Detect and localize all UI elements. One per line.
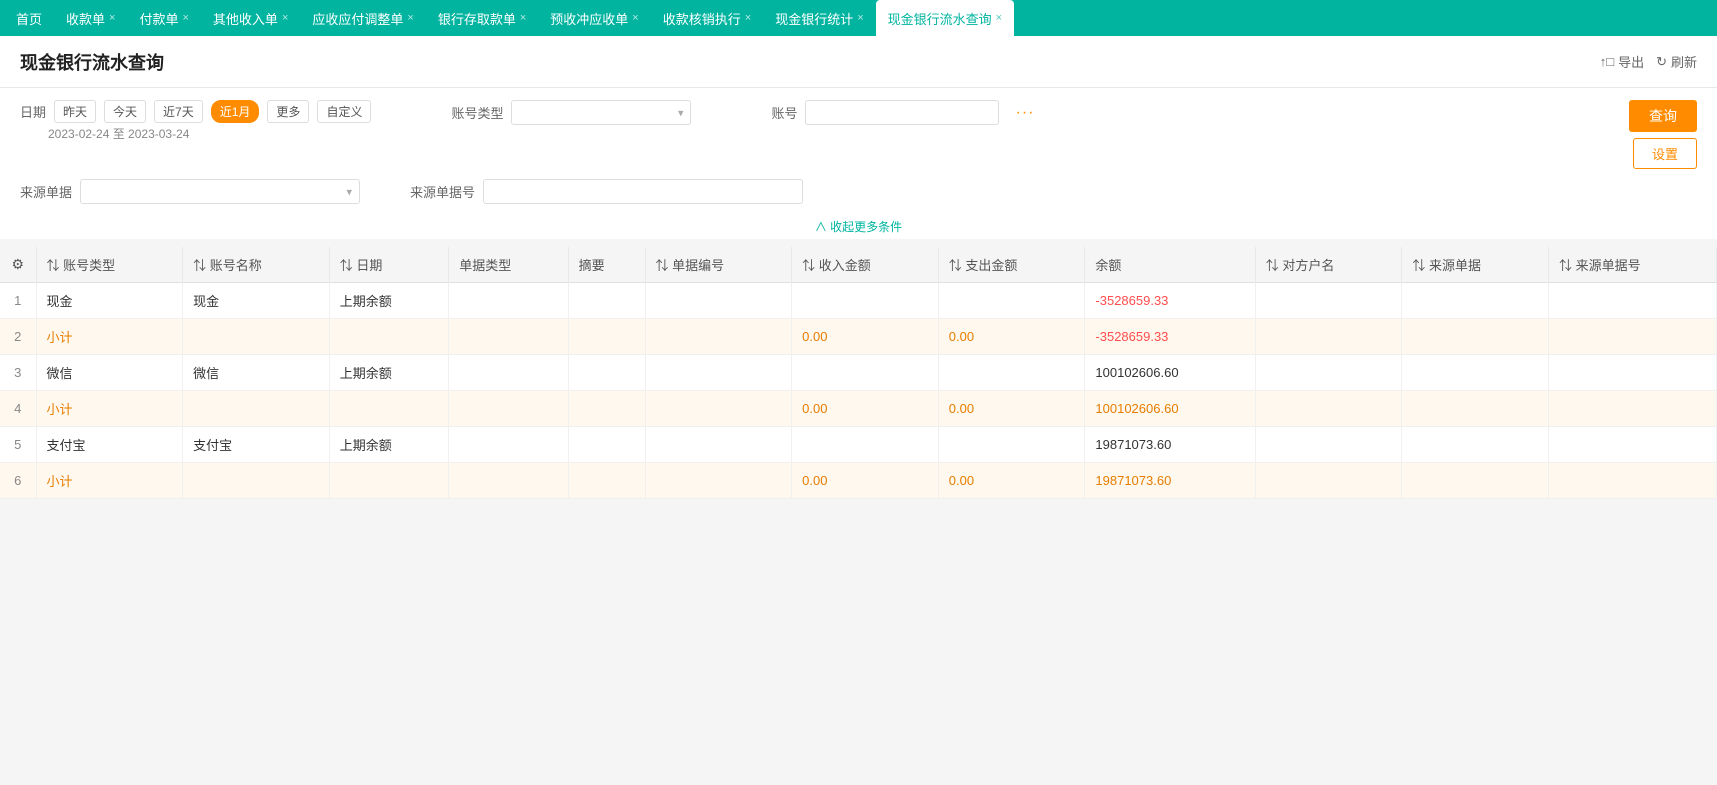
col-balance: 余额 [1085,247,1255,283]
nav-item-adjustment[interactable]: 应收应付调整单 × [300,0,425,36]
col-source-doc: ⇅ 来源单据 [1402,247,1549,283]
top-nav: 首页 收款单 × 付款单 × 其他收入单 × 应收应付调整单 × 银行存取款单 … [0,0,1717,36]
close-icon[interactable]: × [407,12,413,24]
col-settings[interactable]: ⚙ [0,247,36,283]
table-row: 5支付宝支付宝上期余额19871073.60 [0,427,1717,463]
refresh-button[interactable]: ↻ 刷新 [1656,52,1697,71]
close-icon[interactable]: × [520,12,526,24]
collapse-bar[interactable]: ∧ 收起更多条件 [0,214,1717,239]
page-header: 现金银行流水查询 ↑□ 导出 ↻ 刷新 [0,36,1717,88]
nav-item-verify[interactable]: 收款核销执行 × [651,0,763,36]
filter-section: 日期 昨天 今天 近7天 近1月 更多 自定义 2023-02-24 至 202… [0,88,1717,239]
nav-item-prepay[interactable]: 预收冲应收单 × [538,0,650,36]
col-doc-num: ⇅ 单据编号 [645,247,792,283]
close-icon[interactable]: × [109,12,115,24]
col-expense: ⇅ 支出金额 [938,247,1085,283]
nav-item-home[interactable]: 首页 [4,0,54,36]
col-income: ⇅ 收入金额 [792,247,939,283]
account-input[interactable] [805,100,999,125]
date-options: 昨天 今天 近7天 近1月 更多 自定义 [54,100,371,123]
date-btn-7days[interactable]: 近7天 [154,100,203,123]
close-icon[interactable]: × [282,12,288,24]
col-acct-name: ⇅ 账号名称 [183,247,330,283]
header-actions: ↑□ 导出 ↻ 刷新 [1600,52,1697,71]
account-ellipsis[interactable]: ··· [1015,104,1034,122]
nav-item-payment[interactable]: 付款单 × [127,0,200,36]
date-filter-group: 日期 昨天 今天 近7天 近1月 更多 自定义 2023-02-24 至 202… [20,100,371,142]
table-container: ⚙ ⇅ 账号类型 ⇅ 账号名称 ⇅ 日期 单据类型 摘要 ⇅ 单据编号 ⇅ 收入… [0,247,1717,499]
refresh-icon: ↻ [1656,54,1667,70]
date-btn-custom[interactable]: 自定义 [317,100,371,123]
source-doc-label: 来源单据 [20,182,72,201]
nav-item-bank[interactable]: 银行存取款单 × [426,0,538,36]
col-summary: 摘要 [568,247,645,283]
source-doc-select[interactable] [80,179,360,204]
gear-icon[interactable]: ⚙ [11,256,24,272]
close-icon[interactable]: × [996,12,1002,24]
query-actions: 查询 设置 [1629,100,1697,169]
account-group: 账号 ··· [771,100,1034,125]
source-doc-group: 来源单据 [20,179,360,204]
query-button[interactable]: 查询 [1629,100,1697,132]
date-label: 日期 [20,102,46,121]
close-icon[interactable]: × [857,12,863,24]
col-counterparty: ⇅ 对方户名 [1255,247,1402,283]
nav-item-stats[interactable]: 现金银行统计 × [763,0,875,36]
date-btn-yesterday[interactable]: 昨天 [54,100,96,123]
page-title: 现金银行流水查询 [20,49,164,75]
table-row: 3微信微信上期余额100102606.60 [0,355,1717,391]
date-btn-more[interactable]: 更多 [267,100,309,123]
nav-item-other-income[interactable]: 其他收入单 × [201,0,300,36]
date-range: 2023-02-24 至 2023-03-24 [48,125,371,142]
nav-item-flow[interactable]: 现金银行流水查询 × [876,0,1014,36]
source-doc-num-input[interactable] [483,179,803,204]
chevron-up-icon: ∧ [815,220,830,234]
col-source-doc-num: ⇅ 来源单据号 [1549,247,1717,283]
close-icon[interactable]: × [632,12,638,24]
close-icon[interactable]: × [182,12,188,24]
date-btn-1month[interactable]: 近1月 [211,100,260,123]
account-type-select[interactable] [511,100,691,125]
export-button[interactable]: ↑□ 导出 [1600,52,1644,71]
col-acct-type: ⇅ 账号类型 [36,247,183,283]
close-icon[interactable]: × [745,12,751,24]
col-doc-type: 单据类型 [449,247,568,283]
account-type-label: 账号类型 [451,103,503,122]
source-doc-num-label: 来源单据号 [410,182,475,201]
account-label: 账号 [771,103,797,122]
table-row: 6小计0.000.0019871073.60 [0,463,1717,499]
account-type-group: 账号类型 [451,100,691,125]
table-row: 1现金现金上期余额-3528659.33 [0,283,1717,319]
date-btn-today[interactable]: 今天 [104,100,146,123]
table-row: 4小计0.000.00100102606.60 [0,391,1717,427]
nav-item-receipt[interactable]: 收款单 × [54,0,127,36]
settings-button[interactable]: 设置 [1633,138,1697,169]
col-date: ⇅ 日期 [329,247,448,283]
data-table: ⚙ ⇅ 账号类型 ⇅ 账号名称 ⇅ 日期 单据类型 摘要 ⇅ 单据编号 ⇅ 收入… [0,247,1717,499]
export-icon: ↑□ [1600,54,1614,69]
table-row: 2小计0.000.00-3528659.33 [0,319,1717,355]
source-doc-num-group: 来源单据号 [410,179,803,204]
